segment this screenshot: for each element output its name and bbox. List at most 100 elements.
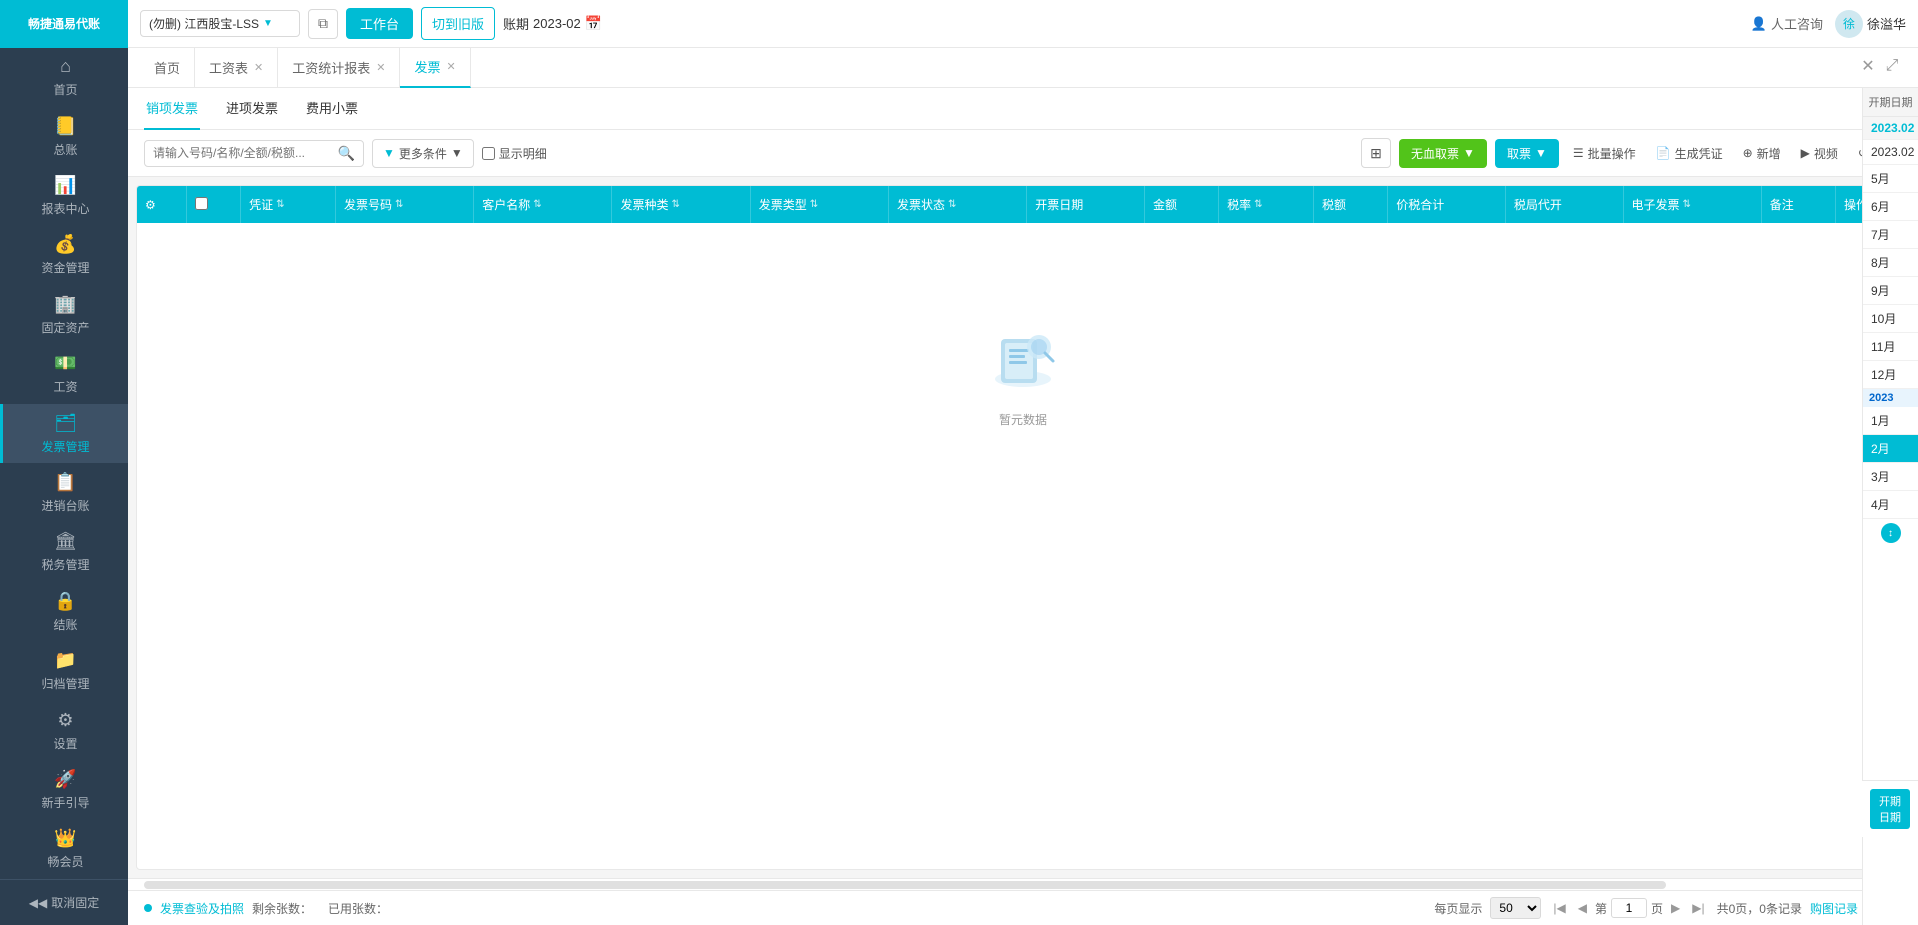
sidebar-item-tax[interactable]: 🏛 税务管理: [0, 523, 128, 582]
sidebar-item-label: 工资: [53, 378, 77, 395]
sidebar-item-member[interactable]: 👑 畅会员: [0, 820, 128, 879]
date-month-3[interactable]: 3月: [1863, 463, 1918, 491]
verify-label[interactable]: 发票查验及拍照: [160, 900, 244, 917]
close-tab-salary-table[interactable]: ✕: [254, 61, 263, 74]
col-invoice-type[interactable]: 发票种类⇅: [612, 186, 750, 223]
calendar-icon[interactable]: 📅: [585, 15, 602, 32]
sidebar-item-salary[interactable]: 💵 工资: [0, 344, 128, 403]
page-input[interactable]: [1611, 898, 1647, 918]
col-open-date[interactable]: 开票日期: [1027, 186, 1145, 223]
sidebar-item-reports[interactable]: 📊 报表中心: [0, 166, 128, 225]
close-tab-salary-stats[interactable]: ✕: [376, 61, 385, 74]
col-remark[interactable]: 备注: [1761, 186, 1835, 223]
col-settings[interactable]: ⚙: [137, 186, 186, 223]
next-page-btn[interactable]: ▶: [1667, 899, 1684, 917]
window-maximize-btn[interactable]: ⤢: [1882, 56, 1902, 76]
grid-view-button[interactable]: ⊞: [1361, 138, 1391, 168]
sort-icon: ⇅: [1683, 199, 1691, 210]
sidebar-item-ledger[interactable]: 📒 总账: [0, 107, 128, 166]
scroll-indicator[interactable]: ↕: [1881, 523, 1901, 543]
close-tab-invoice[interactable]: ✕: [447, 60, 456, 73]
sort-icon: ⇅: [948, 199, 956, 210]
col-amount[interactable]: 金额: [1144, 186, 1218, 223]
tab-home[interactable]: 首页: [140, 48, 195, 88]
date-month-1[interactable]: 1月: [1863, 407, 1918, 435]
col-invoice-no[interactable]: 发票号码⇅: [335, 186, 473, 223]
batch-op-button[interactable]: ☰ 批量操作: [1567, 141, 1642, 166]
col-checkbox[interactable]: [186, 186, 240, 223]
sub-tab-sales-invoice[interactable]: 销项发票: [144, 88, 200, 130]
sidebar-item-guide[interactable]: 🚀 新手引导: [0, 760, 128, 819]
first-page-btn[interactable]: |◀: [1549, 899, 1569, 917]
open-period-button[interactable]: 开期日期: [1870, 789, 1910, 829]
member-icon: 👑: [54, 828, 76, 849]
sidebar-item-invoice[interactable]: 🗂 发票管理: [0, 404, 128, 463]
tab-invoice[interactable]: 发票 ✕: [400, 48, 470, 88]
sub-tab-expense-receipt[interactable]: 费用小票: [304, 88, 360, 130]
no-cancel-button[interactable]: 无血取票 ▼: [1399, 139, 1487, 168]
sidebar-item-assets[interactable]: 🏢 固定资产: [0, 285, 128, 344]
tab-salary-stats[interactable]: 工资统计报表 ✕: [278, 48, 400, 88]
date-period-row-2[interactable]: 2023.02: [1863, 140, 1918, 165]
date-month-9[interactable]: 9月: [1863, 277, 1918, 305]
sidebar-item-archive[interactable]: 📁 归档管理: [0, 641, 128, 700]
show-detail-checkbox[interactable]: 显示明细: [482, 145, 547, 162]
date-month-5[interactable]: 5月: [1863, 165, 1918, 193]
sidebar-item-label: 税务管理: [41, 556, 89, 573]
sub-tab-bar: 销项发票 进项发票 费用小票: [128, 88, 1918, 130]
prev-page-btn[interactable]: ◀: [1574, 899, 1591, 917]
col-tax-code[interactable]: 税局代开: [1505, 186, 1623, 223]
workbench-button[interactable]: 工作台: [346, 8, 413, 39]
new-button[interactable]: ⊕ 新增: [1737, 141, 1787, 166]
filter-button[interactable]: ▼ 更多条件 ▼: [372, 139, 474, 168]
sidebar-item-settings[interactable]: ⚙ 设置: [0, 701, 128, 760]
last-page-btn[interactable]: ▶|: [1688, 899, 1708, 917]
take-ticket-button[interactable]: 取票 ▼: [1495, 139, 1559, 168]
copy-button[interactable]: ⧉: [308, 9, 338, 39]
support-btn[interactable]: 👤 人工咨询: [1751, 14, 1823, 33]
sidebar-item-home[interactable]: ⌂ 首页: [0, 48, 128, 107]
date-month-11[interactable]: 11月: [1863, 333, 1918, 361]
funds-icon: 💰: [54, 234, 76, 255]
sort-icon: ⇅: [276, 199, 284, 210]
col-tax-total[interactable]: 价税合计: [1388, 186, 1506, 223]
date-period-row-1[interactable]: 2023.02: [1863, 117, 1918, 140]
search-box[interactable]: 🔍: [144, 140, 364, 167]
user-menu[interactable]: 徐 徐溢华: [1835, 10, 1906, 38]
gen-voucher-button[interactable]: 📄 生成凭证: [1650, 141, 1729, 166]
col-customer[interactable]: 客户名称⇅: [474, 186, 612, 223]
support-icon: 👤: [1751, 16, 1767, 32]
sidebar-item-funds[interactable]: 💰 资金管理: [0, 226, 128, 285]
search-icon[interactable]: 🔍: [338, 145, 355, 162]
sort-icon: ⇅: [1254, 199, 1262, 210]
invoice-icon: 🗂: [54, 413, 77, 434]
verify-dot: [144, 904, 152, 912]
window-close-btn[interactable]: ✕: [1858, 56, 1878, 76]
col-e-invoice[interactable]: 电子发票⇅: [1623, 186, 1761, 223]
date-month-4[interactable]: 4月: [1863, 491, 1918, 519]
col-voucher[interactable]: 凭证⇅: [241, 186, 336, 223]
date-month-8[interactable]: 8月: [1863, 249, 1918, 277]
company-selector[interactable]: (勿删) 江西股宝-LSS ▼: [140, 10, 300, 37]
date-month-6[interactable]: 6月: [1863, 193, 1918, 221]
per-page-select[interactable]: 50 100 200: [1490, 897, 1541, 919]
record-link[interactable]: 购图记录: [1810, 900, 1858, 917]
video-button[interactable]: ▶ 视频: [1795, 141, 1844, 166]
tab-salary-table[interactable]: 工资表 ✕: [195, 48, 278, 88]
col-invoice-category[interactable]: 发票类型⇅: [750, 186, 888, 223]
date-month-2-active[interactable]: 2月: [1863, 435, 1918, 463]
col-tax-rate[interactable]: 税率⇅: [1219, 186, 1314, 223]
date-month-7[interactable]: 7月: [1863, 221, 1918, 249]
collapse-btn[interactable]: ◀◀ 取消固定: [0, 888, 128, 917]
oldver-button[interactable]: 切到旧版: [421, 7, 495, 40]
sidebar-item-closing[interactable]: 🔒 结账: [0, 582, 128, 641]
sidebar-item-sales[interactable]: 📋 进销台账: [0, 463, 128, 522]
date-month-10[interactable]: 10月: [1863, 305, 1918, 333]
col-invoice-status[interactable]: 发票状态⇅: [889, 186, 1027, 223]
used-label: 已用张数：: [328, 900, 388, 917]
col-tax[interactable]: 税额: [1313, 186, 1387, 223]
sub-tab-purchase-invoice[interactable]: 进项发票: [224, 88, 280, 130]
sidebar-item-label: 畅会员: [47, 853, 83, 870]
search-input[interactable]: [153, 146, 334, 160]
date-month-12[interactable]: 12月: [1863, 361, 1918, 389]
